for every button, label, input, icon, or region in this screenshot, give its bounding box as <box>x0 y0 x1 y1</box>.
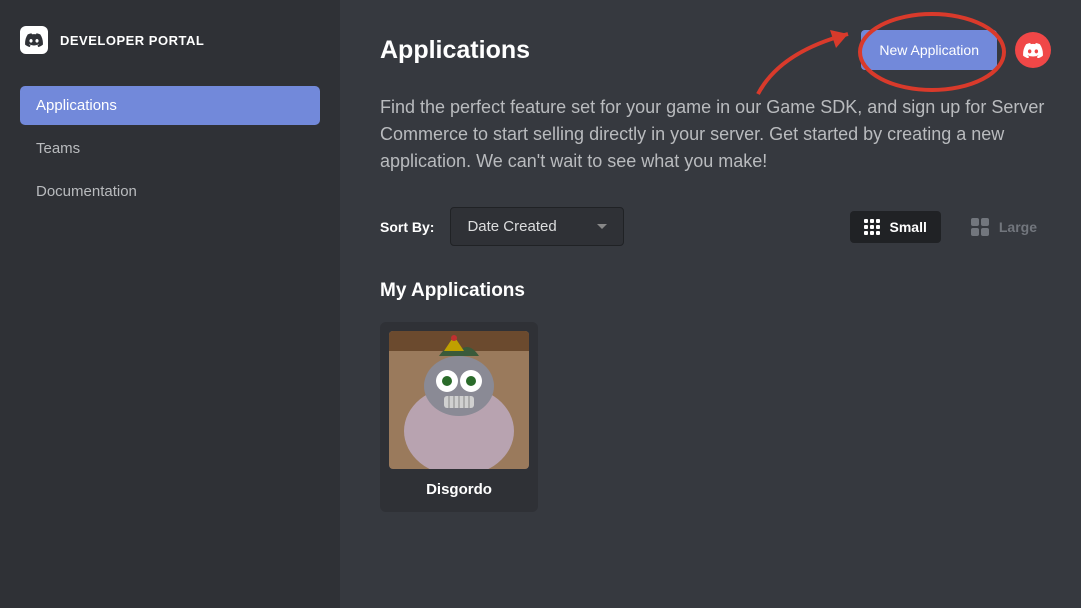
app-name: Disgordo <box>389 481 529 498</box>
discord-icon <box>25 33 43 47</box>
sort-select[interactable]: Date Created <box>450 207 623 246</box>
nav-label: Teams <box>36 140 80 157</box>
chevron-down-icon <box>597 224 607 229</box>
main-content: Applications New Application Find the pe… <box>340 0 1081 608</box>
nav-label: Applications <box>36 97 117 114</box>
page-title: Applications <box>380 36 530 65</box>
sort-group: Sort By: Date Created <box>380 207 624 246</box>
nav-item-documentation[interactable]: Documentation <box>20 172 320 211</box>
app-thumbnail <box>389 331 529 469</box>
app-grid: Disgordo <box>380 322 1051 512</box>
large-grid-icon <box>971 218 989 236</box>
nav-item-applications[interactable]: Applications <box>20 86 320 125</box>
my-applications-title: My Applications <box>380 280 1051 302</box>
app-card[interactable]: Disgordo <box>380 322 538 512</box>
view-large-button[interactable]: Large <box>957 210 1051 244</box>
user-avatar[interactable] <box>1015 32 1051 68</box>
sort-label: Sort By: <box>380 219 434 235</box>
controls-row: Sort By: Date Created Small Lar <box>380 207 1051 246</box>
nav-item-teams[interactable]: Teams <box>20 129 320 168</box>
nav-label: Documentation <box>36 183 137 200</box>
sidebar-header: DEVELOPER PORTAL <box>0 0 340 80</box>
portal-title: DEVELOPER PORTAL <box>60 33 204 48</box>
header-row: Applications New Application <box>380 30 1051 70</box>
view-large-label: Large <box>999 219 1037 235</box>
sidebar: DEVELOPER PORTAL Applications Teams Docu… <box>0 0 340 608</box>
discord-icon <box>1023 43 1043 58</box>
view-small-label: Small <box>890 219 927 235</box>
view-small-button[interactable]: Small <box>850 211 941 243</box>
page-description: Find the perfect feature set for your ga… <box>380 94 1051 175</box>
new-application-button[interactable]: New Application <box>861 30 997 70</box>
view-toggles: Small Large <box>850 210 1051 244</box>
discord-logo-icon <box>20 26 48 54</box>
header-actions: New Application <box>861 30 1051 70</box>
small-grid-icon <box>864 219 880 235</box>
sort-selected-value: Date Created <box>467 218 556 235</box>
nav-list: Applications Teams Documentation <box>0 80 340 211</box>
